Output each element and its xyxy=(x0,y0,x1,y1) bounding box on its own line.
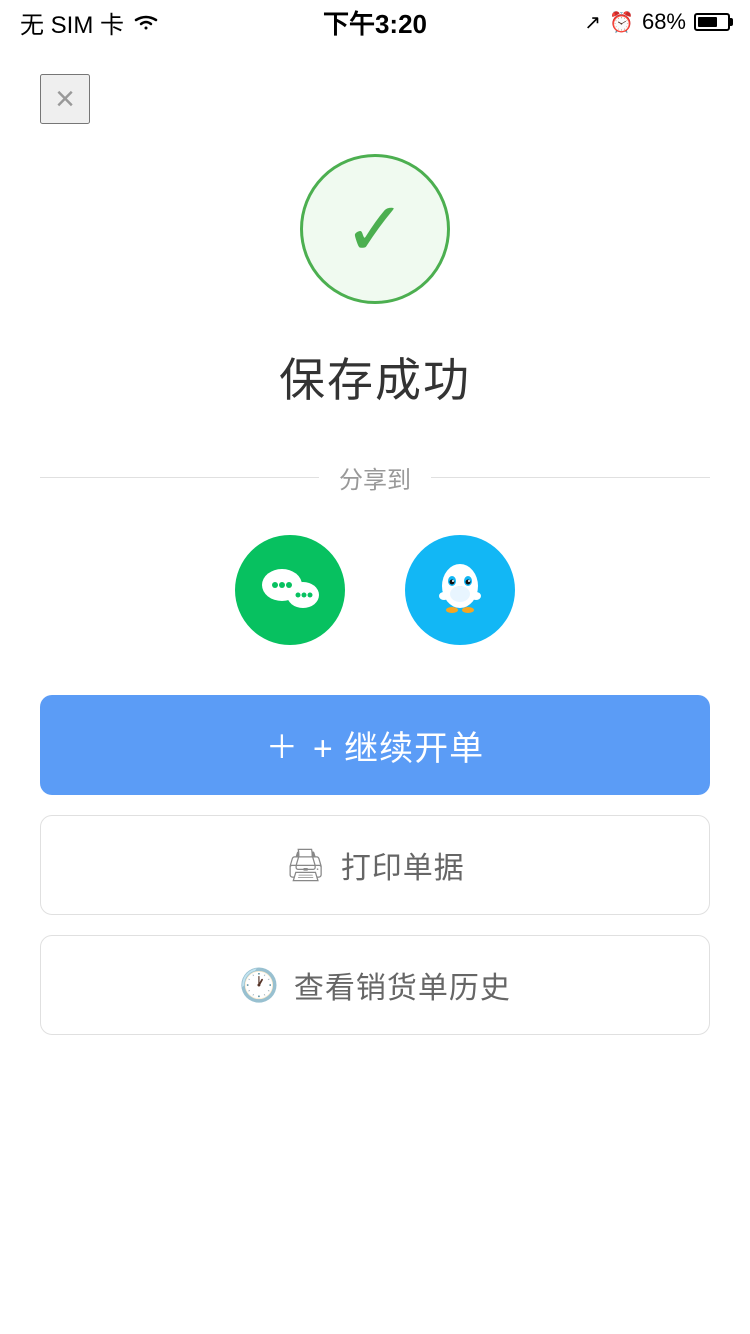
share-section: 分享到 xyxy=(40,460,710,645)
status-time: 下午3:20 xyxy=(323,4,427,41)
alarm-icon: ⏰ xyxy=(609,10,634,35)
divider-right xyxy=(431,477,710,478)
wifi-icon xyxy=(132,12,160,32)
page-content: × ✓ 保存成功 分享到 xyxy=(0,44,750,1334)
share-label: 分享到 xyxy=(339,460,411,495)
history-icon: 🕐 xyxy=(239,966,280,1004)
wechat-icon xyxy=(258,563,323,618)
carrier-text: 无 SIM 卡 xyxy=(20,5,124,40)
print-label: 打印单据 xyxy=(341,843,465,887)
history-button[interactable]: 🕐 查看销货单历史 xyxy=(40,935,710,1035)
plus-icon: ＋ xyxy=(266,722,299,768)
share-icons xyxy=(40,535,710,645)
wechat-share-button[interactable] xyxy=(235,535,345,645)
success-title: 保存成功 xyxy=(279,344,471,410)
qq-icon xyxy=(430,558,490,623)
battery-fill xyxy=(698,17,717,27)
status-right: ↗ ⏰ 68% xyxy=(584,9,730,35)
success-circle: ✓ xyxy=(300,154,450,304)
continue-new-label: + 继续开单 xyxy=(313,721,484,770)
share-divider: 分享到 xyxy=(40,460,710,495)
continue-new-button[interactable]: ＋ + 继续开单 xyxy=(40,695,710,795)
status-bar: 无 SIM 卡 下午3:20 ↗ ⏰ 68% xyxy=(0,0,750,44)
checkmark-icon: ✓ xyxy=(344,192,407,267)
status-carrier: 无 SIM 卡 xyxy=(20,5,160,40)
battery-percent: 68% xyxy=(642,9,686,35)
close-button[interactable]: × xyxy=(40,74,90,124)
action-buttons: ＋ + 继续开单 🖨 打印单据 🕐 查看销货单历史 xyxy=(40,695,710,1035)
location-icon: ↗ xyxy=(584,10,601,35)
qq-share-button[interactable] xyxy=(405,535,515,645)
close-icon: × xyxy=(55,82,75,116)
print-button[interactable]: 🖨 打印单据 xyxy=(40,815,710,915)
print-icon: 🖨 xyxy=(285,846,327,884)
history-label: 查看销货单历史 xyxy=(294,963,511,1007)
battery-icon xyxy=(694,13,730,31)
divider-left xyxy=(40,477,319,478)
